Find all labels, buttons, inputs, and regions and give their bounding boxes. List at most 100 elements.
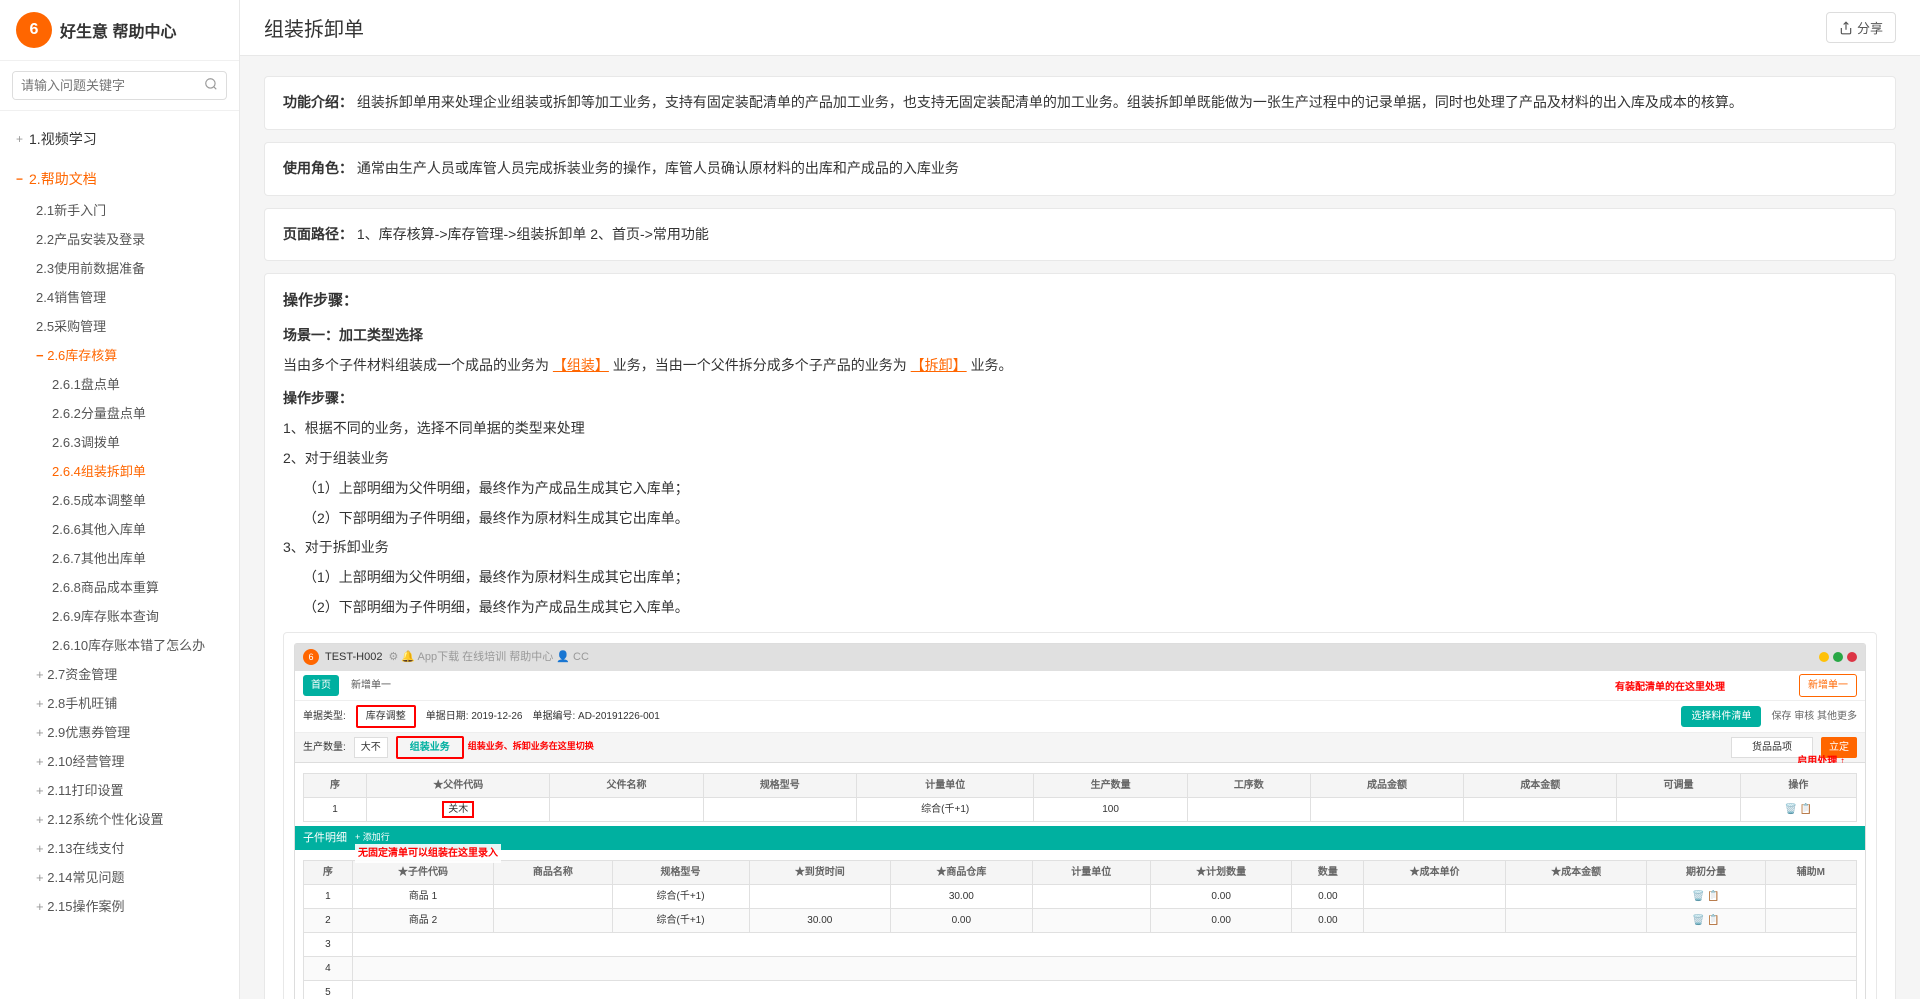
plus-icon-5: + — [36, 754, 44, 769]
plus-icon-2: + — [36, 667, 44, 682]
sidebar-item-2-6[interactable]: − 2.6库存核算 — [0, 340, 239, 369]
sidebar-item-2-15[interactable]: + 2.15操作案例 — [0, 891, 239, 920]
search-box — [12, 71, 227, 100]
intro-block: 功能介绍： 组装拆卸单用来处理企业组装或拆卸等加工业务，支持有固定装配清单的产品… — [264, 76, 1896, 130]
highlight-assembly[interactable]: 【组装】 — [553, 357, 609, 373]
highlight-disassembly[interactable]: 【拆卸】 — [911, 357, 967, 373]
sidebar-item-2-2[interactable]: 2.2产品安装及登录 — [0, 224, 239, 253]
screenshot-container: 6 TEST-H002 ⚙ 🔔 App下载 在线培训 帮助中心 👤 CC 首页 — [283, 632, 1877, 999]
logo-text: 好生意 帮助中心 — [60, 18, 176, 42]
minus-icon: − — [16, 172, 23, 186]
ss-close — [1847, 652, 1857, 662]
sidebar-item-2-7[interactable]: + 2.7资金管理 — [0, 659, 239, 688]
path-block: 页面路径： 1、库存核算->库存管理->组装拆卸单 2、首页->常用功能 — [264, 208, 1896, 262]
ss-actions: 保存 审核 其他更多 — [1771, 708, 1857, 725]
sidebar-item-2-4[interactable]: 2.4销售管理 — [0, 282, 239, 311]
sidebar-item-2-14[interactable]: + 2.14常见问题 — [0, 862, 239, 891]
sidebar-item-2-6-5[interactable]: 2.6.5成本调整单 — [0, 485, 239, 514]
sidebar-item-video[interactable]: + 1.视频学习 — [0, 123, 239, 155]
ss-maximize — [1833, 652, 1843, 662]
sidebar-item-2-6-4[interactable]: 2.6.4组装拆卸单 — [0, 456, 239, 485]
ss-docno-label: 单据编号: AD-20191226-001 — [533, 708, 660, 725]
ss-top-table: 序 ★父件代码 父件名称 规格型号 计量单位 生产数量 工序数 成品金额 成本金… — [303, 773, 1857, 822]
table-row: 1 关木 综合(千+1) 100 — [304, 797, 1857, 821]
sidebar-section-2: − 2.帮助文档 2.1新手入门 2.2产品安装及登录 2.3使用前数据准备 2… — [0, 159, 239, 924]
step2-1: （1）上部明细为父件明细，最终作为产成品生成其它入库单； — [303, 477, 1877, 501]
ss-bottom-section-label: 子件明细 — [303, 829, 347, 848]
ops-title: 操作步骤： — [283, 288, 1877, 314]
ss-active-nav: 首页 — [303, 675, 339, 696]
ss-app-id: TEST-H002 — [325, 648, 382, 667]
main-content: 组装拆卸单 分享 功能介绍： 组装拆卸单用来处理企业组装或拆卸等加工业务，支持有… — [240, 0, 1920, 999]
table-row: 3 — [304, 933, 1857, 957]
nav-list: + 1.视频学习 − 2.帮助文档 2.1新手入门 2.2产品安装及登录 2.3… — [0, 111, 239, 999]
sidebar-item-2-3[interactable]: 2.3使用前数据准备 — [0, 253, 239, 282]
plus-icon-7: + — [36, 812, 44, 827]
sidebar-item-2-6-10[interactable]: 2.6.10库存账本错了怎么办 — [0, 630, 239, 659]
sidebar-item-2-9[interactable]: + 2.9优惠券管理 — [0, 717, 239, 746]
step2-2: （2）下部明细为子件明细，最终作为原材料生成其它出库单。 — [303, 507, 1877, 531]
ss-date-label: 单据日期: 2019-12-26 — [426, 708, 523, 725]
ss-sub-toolbar: 生产数量: 大不 组装业务 组装业务、拆卸业务在这里切换 货品品项 立定 启用处… — [295, 733, 1865, 763]
ss-top-table-container: 序 ★父件代码 父件名称 规格型号 计量单位 生产数量 工序数 成品金额 成本金… — [295, 763, 1865, 826]
table-row: 4 — [304, 957, 1857, 981]
sidebar-item-2-1[interactable]: 2.1新手入门 — [0, 195, 239, 224]
plus-icon: + — [16, 132, 23, 146]
path-label: 页面路径： — [283, 226, 353, 242]
sidebar-item-2-11[interactable]: + 2.11打印设置 — [0, 775, 239, 804]
plus-icon-9: + — [36, 870, 44, 885]
path-text: 1、库存核算->库存管理->组装拆卸单 2、首页->常用功能 — [357, 226, 709, 242]
logo-area: 6 好生意 帮助中心 — [0, 0, 239, 61]
ss-icon-area: ⚙ 🔔 App下载 在线培训 帮助中心 👤 CC — [388, 648, 588, 667]
operations-block: 操作步骤： 场景一：加工类型选择 当由多个子件材料组装成一个成品的业务为 【组装… — [264, 273, 1896, 999]
sidebar-item-2-6-2[interactable]: 2.6.2分量盘点单 — [0, 398, 239, 427]
sidebar-item-2-5[interactable]: 2.5采购管理 — [0, 311, 239, 340]
table-row: 1 商品 1 综合(千+1) 30.00 0.00 0.00 — [304, 885, 1857, 909]
step3: 3、对于拆卸业务 — [283, 536, 1877, 560]
plus-icon-10: + — [36, 899, 44, 914]
ss-logo: 6 — [303, 649, 319, 665]
share-label: 分享 — [1857, 18, 1883, 37]
content-area: 功能介绍： 组装拆卸单用来处理企业组装或拆卸等加工业务，支持有固定装配清单的产品… — [240, 56, 1920, 999]
scene-desc: 当由多个子件材料组装成一个成品的业务为 【组装】 业务，当由一个父件拆分成多个子… — [283, 354, 1877, 378]
ss-window-bar: 6 TEST-H002 ⚙ 🔔 App下载 在线培训 帮助中心 👤 CC — [295, 644, 1865, 671]
ss-qty-label: 生产数量: — [303, 739, 346, 756]
step1: 1、根据不同的业务，选择不同单据的类型来处理 — [283, 417, 1877, 441]
table-row: 5 — [304, 981, 1857, 999]
share-button[interactable]: 分享 — [1826, 12, 1896, 43]
ss-bottom-table: 序 ★子件代码 商品名称 规格型号 ★到货时间 ★商品仓库 计量单位 ★计划数量… — [303, 860, 1857, 999]
sidebar-item-2-8[interactable]: + 2.8手机旺铺 — [0, 688, 239, 717]
plus-icon-4: + — [36, 725, 44, 740]
sidebar-item-2-10[interactable]: + 2.10经营管理 — [0, 746, 239, 775]
ss-qty-val: 大不 — [354, 737, 388, 758]
search-input[interactable] — [13, 72, 196, 99]
ss-top-table-header: 序 ★父件代码 父件名称 规格型号 计量单位 生产数量 工序数 成品金额 成本金… — [304, 773, 1857, 797]
annotation-2: 组装业务、拆卸业务在这里切换 — [468, 739, 594, 754]
search-area — [0, 61, 239, 111]
step3-2: （2）下部明细为子件明细，最终作为产成品生成其它入库单。 — [303, 596, 1877, 620]
sidebar-item-2-12[interactable]: + 2.12系统个性化设置 — [0, 804, 239, 833]
ss-type-switch: 组装业务 — [396, 736, 464, 759]
sidebar-item-2-6-7[interactable]: 2.6.7其他出库单 — [0, 543, 239, 572]
annotation-1: 有装配清单的在这里处理 — [1615, 679, 1725, 696]
sidebar-item-docs[interactable]: − 2.帮助文档 — [0, 163, 239, 195]
intro-label: 功能介绍： — [283, 94, 353, 110]
sidebar: 6 好生意 帮助中心 + 1.视频学习 − 2.帮助文档 — [0, 0, 240, 999]
minus-icon-2: − — [36, 348, 44, 363]
sidebar-section-1: + 1.视频学习 — [0, 119, 239, 159]
logo-icon: 6 — [16, 12, 52, 48]
sidebar-item-2-6-3[interactable]: 2.6.3调拨单 — [0, 427, 239, 456]
sidebar-item-2-6-9[interactable]: 2.6.9库存账本查询 — [0, 601, 239, 630]
role-label: 使用角色： — [283, 160, 353, 176]
sidebar-item-2-6-1[interactable]: 2.6.1盘点单 — [0, 369, 239, 398]
sidebar-item-2-6-8[interactable]: 2.6.8商品成本重算 — [0, 572, 239, 601]
sidebar-item-2-6-6[interactable]: 2.6.6其他入库单 — [0, 514, 239, 543]
ss-bottom-table-container: 序 ★子件代码 商品名称 规格型号 ★到货时间 ★商品仓库 计量单位 ★计划数量… — [295, 850, 1865, 999]
search-button[interactable] — [196, 73, 226, 98]
plus-icon-3: + — [36, 696, 44, 711]
sidebar-item-2-13[interactable]: + 2.13在线支付 — [0, 833, 239, 862]
role-block: 使用角色： 通常由生产人员或库管人员完成拆装业务的操作，库管人员确认原材料的出库… — [264, 142, 1896, 196]
table-row: 2 商品 2 综合(千+1) 30.00 0.00 0.00 0.00 — [304, 909, 1857, 933]
ss-green-action: 选择料件清单 — [1681, 706, 1761, 727]
step3-1: （1）上部明细为父件明细，最终作为原材料生成其它出库单； — [303, 566, 1877, 590]
